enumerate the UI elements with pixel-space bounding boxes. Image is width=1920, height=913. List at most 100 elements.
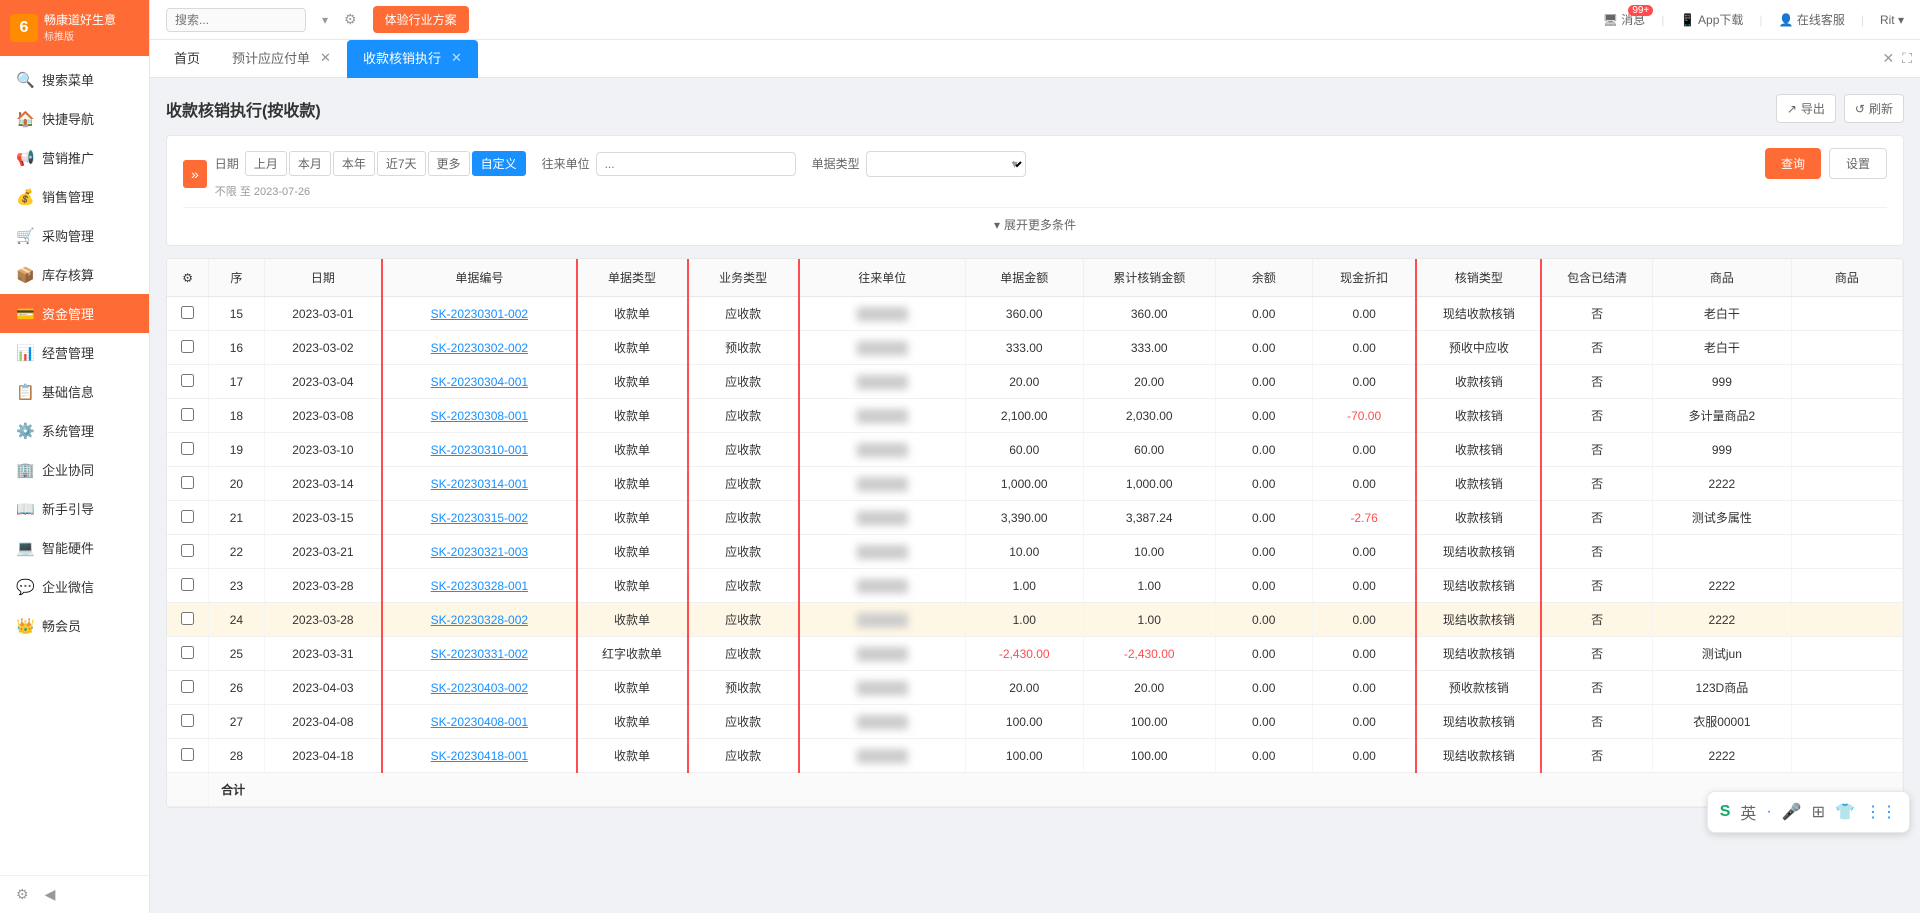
cell-slip-no[interactable]: SK-20230310-001 bbox=[382, 433, 576, 467]
slip-no-link[interactable]: SK-20230304-001 bbox=[431, 375, 528, 389]
slip-no-link[interactable]: SK-20230408-001 bbox=[431, 715, 528, 729]
cell-slip-no[interactable]: SK-20230403-002 bbox=[382, 671, 576, 705]
cell-slip-no[interactable]: SK-20230321-003 bbox=[382, 535, 576, 569]
tab-home[interactable]: 首页 bbox=[158, 40, 216, 78]
date-btn-上月[interactable]: 上月 bbox=[245, 151, 287, 176]
system-icon: ⚙️ bbox=[16, 422, 34, 440]
maximize-icon[interactable]: ⛶ bbox=[1902, 50, 1912, 67]
slip-no-link[interactable]: SK-20230328-001 bbox=[431, 579, 528, 593]
float-grid-icon[interactable]: ⊞ bbox=[1812, 802, 1825, 822]
slip-no-link[interactable]: SK-20230418-001 bbox=[431, 749, 528, 763]
slip-no-link[interactable]: SK-20230331-002 bbox=[431, 647, 528, 661]
tab-yingying[interactable]: 预计应应付单✕ bbox=[216, 40, 347, 78]
app-download-link[interactable]: 📱 App下载 bbox=[1680, 11, 1743, 28]
slip-no-link[interactable]: SK-20230315-002 bbox=[431, 511, 528, 525]
cell-checkbox bbox=[167, 637, 209, 671]
counterpart-input[interactable] bbox=[596, 152, 796, 176]
row-checkbox[interactable] bbox=[181, 442, 194, 455]
close-window-icon[interactable]: ✕ bbox=[1882, 50, 1894, 67]
cell-slip-type: 收款单 bbox=[577, 331, 688, 365]
row-checkbox[interactable] bbox=[181, 374, 194, 387]
slip-no-link[interactable]: SK-20230308-001 bbox=[431, 409, 528, 423]
row-checkbox[interactable] bbox=[181, 578, 194, 591]
export-button[interactable]: ↗ 导出 bbox=[1776, 94, 1836, 123]
sidebar-item-sales[interactable]: 💰销售管理 bbox=[0, 177, 149, 216]
slip-no-link[interactable]: SK-20230314-001 bbox=[431, 477, 528, 491]
sidebar-item-basic[interactable]: 📋基础信息 bbox=[0, 372, 149, 411]
cell-slip-no[interactable]: SK-20230328-002 bbox=[382, 603, 576, 637]
cell-slip-no[interactable]: SK-20230408-001 bbox=[382, 705, 576, 739]
row-checkbox[interactable] bbox=[181, 680, 194, 693]
filter-expand-button[interactable]: » bbox=[183, 160, 207, 188]
topbar-gear-icon[interactable]: ⚙ bbox=[344, 11, 357, 28]
sidebar-item-purchase[interactable]: 🛒采购管理 bbox=[0, 216, 149, 255]
cell-slip-no[interactable]: SK-20230315-002 bbox=[382, 501, 576, 535]
row-checkbox[interactable] bbox=[181, 476, 194, 489]
sidebar-item-inventory[interactable]: 📦库存核算 bbox=[0, 255, 149, 294]
sidebar-item-finance[interactable]: 💳资金管理 bbox=[0, 294, 149, 333]
topbar-dropdown-arrow[interactable]: ▾ bbox=[322, 13, 328, 27]
settings-icon[interactable]: ⚙ bbox=[16, 886, 29, 903]
online-service-link[interactable]: 👤 在线客服 bbox=[1779, 11, 1845, 28]
date-btn-本月[interactable]: 本月 bbox=[289, 151, 331, 176]
sidebar-item-label: 采购管理 bbox=[42, 226, 94, 245]
slip-type-select[interactable] bbox=[866, 151, 1026, 177]
sidebar-item-system[interactable]: ⚙️系统管理 bbox=[0, 411, 149, 450]
cell-slip-no[interactable]: SK-20230331-002 bbox=[382, 637, 576, 671]
sidebar-item-marketing[interactable]: 📢营销推广 bbox=[0, 138, 149, 177]
date-btn-本年[interactable]: 本年 bbox=[333, 151, 375, 176]
tab-close-shoukuan[interactable]: ✕ bbox=[451, 50, 462, 66]
cell-slip-no[interactable]: SK-20230302-002 bbox=[382, 331, 576, 365]
float-apps-icon[interactable]: ⋮⋮ bbox=[1865, 802, 1897, 822]
sidebar-item-quick[interactable]: 🏠快捷导航 bbox=[0, 99, 149, 138]
cell-slip-no[interactable]: SK-20230328-001 bbox=[382, 569, 576, 603]
sidebar-item-hardware[interactable]: 💻智能硬件 bbox=[0, 528, 149, 567]
sidebar-item-member[interactable]: 👑畅会员 bbox=[0, 606, 149, 645]
refresh-button[interactable]: ↺ 刷新 bbox=[1844, 94, 1904, 123]
row-checkbox[interactable] bbox=[181, 510, 194, 523]
topbar-search-input[interactable] bbox=[166, 8, 306, 32]
slip-no-link[interactable]: SK-20230310-001 bbox=[431, 443, 528, 457]
row-checkbox[interactable] bbox=[181, 544, 194, 557]
date-btn-更多[interactable]: 更多 bbox=[428, 151, 470, 176]
slip-no-link[interactable]: SK-20230403-002 bbox=[431, 681, 528, 695]
tab-shoukuan[interactable]: 收款核销执行✕ bbox=[347, 40, 478, 78]
col-gear[interactable]: ⚙ bbox=[167, 259, 209, 297]
sidebar-item-wechat[interactable]: 💬企业微信 bbox=[0, 567, 149, 606]
row-checkbox[interactable] bbox=[181, 340, 194, 353]
cell-slip-no[interactable]: SK-20230304-001 bbox=[382, 365, 576, 399]
slip-no-link[interactable]: SK-20230301-002 bbox=[431, 307, 528, 321]
tab-close-yingying[interactable]: ✕ bbox=[320, 50, 331, 66]
cell-verify-type: 现结收款核销 bbox=[1416, 705, 1541, 739]
row-checkbox[interactable] bbox=[181, 748, 194, 761]
sidebar-item-operations[interactable]: 📊经营管理 bbox=[0, 333, 149, 372]
float-tshirt-icon[interactable]: 👕 bbox=[1835, 802, 1855, 822]
cell-slip-no[interactable]: SK-20230308-001 bbox=[382, 399, 576, 433]
cell-slip-no[interactable]: SK-20230314-001 bbox=[382, 467, 576, 501]
row-checkbox[interactable] bbox=[181, 306, 194, 319]
settings-button[interactable]: 设置 bbox=[1829, 148, 1887, 179]
date-btn-自定义[interactable]: 自定义 bbox=[472, 151, 526, 176]
expand-more-button[interactable]: ▾ 展开更多条件 bbox=[183, 207, 1887, 233]
row-checkbox[interactable] bbox=[181, 408, 194, 421]
query-button[interactable]: 查询 bbox=[1765, 148, 1821, 179]
collapse-icon[interactable]: ◀ bbox=[45, 886, 56, 903]
date-btn-近7天[interactable]: 近7天 bbox=[377, 151, 426, 176]
row-checkbox[interactable] bbox=[181, 646, 194, 659]
sidebar-item-guide[interactable]: 📖新手引导 bbox=[0, 489, 149, 528]
industry-solution-button[interactable]: 体验行业方案 bbox=[373, 6, 469, 33]
row-checkbox[interactable] bbox=[181, 714, 194, 727]
slip-no-link[interactable]: SK-20230328-002 bbox=[431, 613, 528, 627]
float-en-icon[interactable]: 英 bbox=[1740, 800, 1756, 824]
sidebar-item-search[interactable]: 🔍搜索菜单 bbox=[0, 60, 149, 99]
sidebar-item-enterprise[interactable]: 🏢企业协同 bbox=[0, 450, 149, 489]
messages-icon-area[interactable]: 🖥 消息 99+ bbox=[1603, 11, 1646, 28]
float-mic-icon[interactable]: 🎤 bbox=[1782, 802, 1802, 822]
cell-slip-no[interactable]: SK-20230301-002 bbox=[382, 297, 576, 331]
user-name-area[interactable]: Rit ▾ bbox=[1880, 13, 1904, 27]
slip-no-link[interactable]: SK-20230302-002 bbox=[431, 341, 528, 355]
slip-no-link[interactable]: SK-20230321-003 bbox=[431, 545, 528, 559]
cell-slip-no[interactable]: SK-20230418-001 bbox=[382, 739, 576, 773]
row-checkbox[interactable] bbox=[181, 612, 194, 625]
cell-cash-discount: 0.00 bbox=[1312, 297, 1416, 331]
